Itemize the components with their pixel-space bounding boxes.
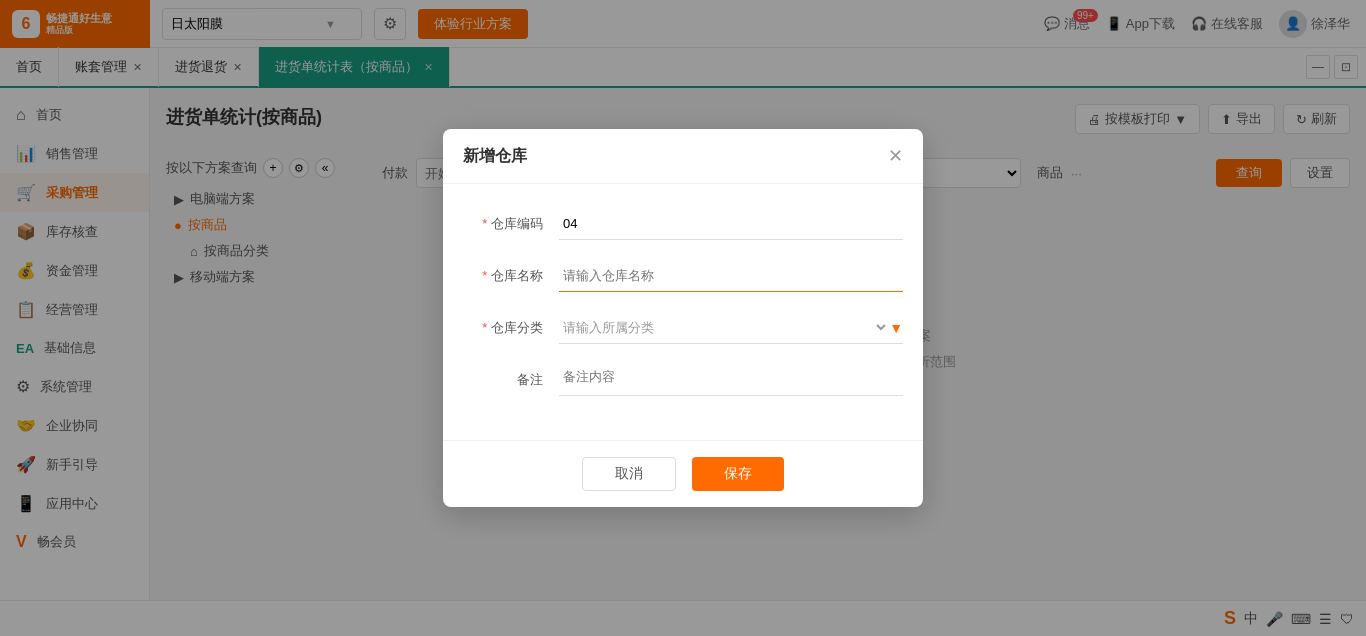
code-label: * 仓库编码: [463, 215, 543, 233]
category-select-wrap[interactable]: 请输入所属分类 ▼: [559, 312, 903, 344]
remark-input[interactable]: [559, 364, 903, 396]
form-row-category: * 仓库分类 请输入所属分类 ▼: [463, 312, 903, 344]
name-input[interactable]: [559, 260, 903, 292]
modal-title: 新增仓库: [463, 146, 527, 167]
name-label-text: 仓库名称: [491, 268, 543, 283]
required-star-name: *: [482, 268, 487, 283]
cancel-button[interactable]: 取消: [582, 457, 676, 491]
form-row-remark: 备注: [463, 364, 903, 396]
category-dropdown-icon: ▼: [889, 320, 903, 336]
modal-add-warehouse: 新增仓库 ✕ * 仓库编码 * 仓库名称: [443, 129, 923, 507]
name-label: * 仓库名称: [463, 267, 543, 285]
modal-header: 新增仓库 ✕: [443, 129, 923, 184]
required-star-category: *: [482, 320, 487, 335]
code-label-text: 仓库编码: [491, 216, 543, 231]
form-row-code: * 仓库编码: [463, 208, 903, 240]
modal-overlay[interactable]: 新增仓库 ✕ * 仓库编码 * 仓库名称: [0, 0, 1366, 636]
remark-label: 备注: [463, 371, 543, 389]
save-button[interactable]: 保存: [692, 457, 784, 491]
modal-body: * 仓库编码 * 仓库名称 * 仓库分类: [443, 184, 923, 440]
category-label: * 仓库分类: [463, 319, 543, 337]
required-star-code: *: [482, 216, 487, 231]
code-input[interactable]: [559, 208, 903, 240]
category-label-text: 仓库分类: [491, 320, 543, 335]
form-row-name: * 仓库名称: [463, 260, 903, 292]
category-select[interactable]: 请输入所属分类: [559, 319, 889, 336]
modal-close-icon[interactable]: ✕: [888, 145, 903, 167]
modal-footer: 取消 保存: [443, 440, 923, 507]
